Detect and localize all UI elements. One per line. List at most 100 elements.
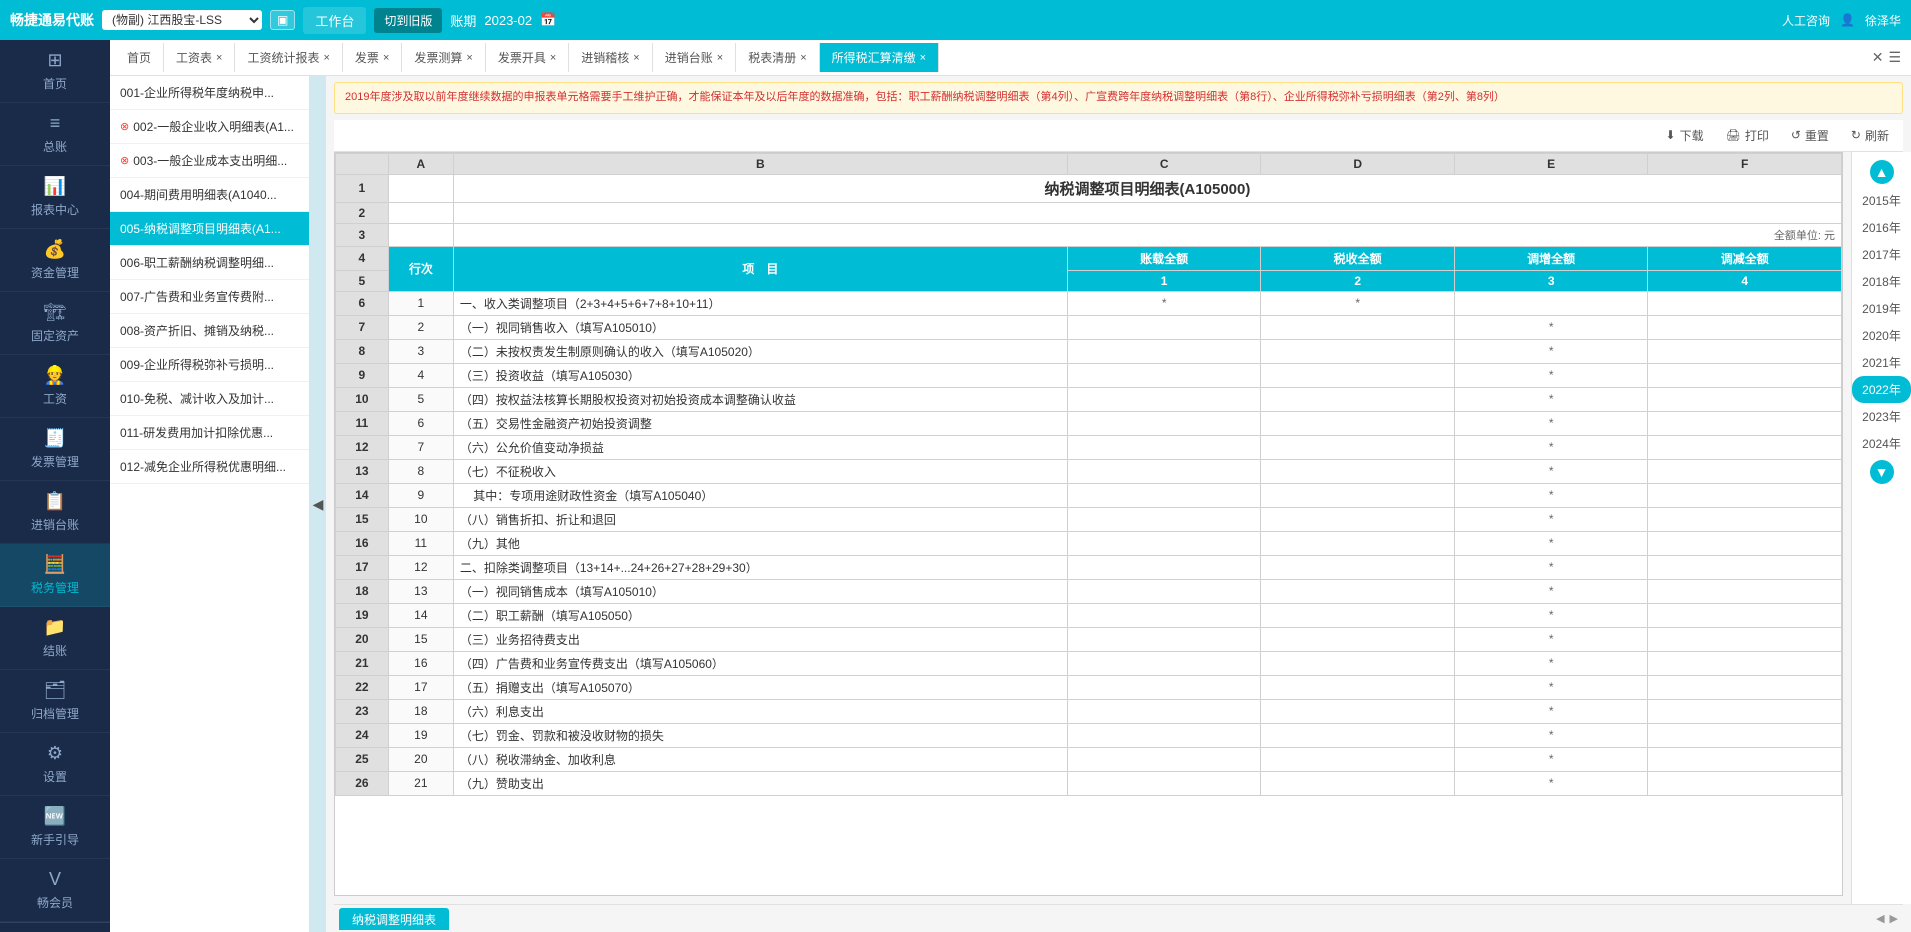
- collapse-left-panel-btn[interactable]: ◀: [310, 76, 326, 932]
- left-item-009[interactable]: 009-企业所得税弥补亏损明...: [110, 348, 309, 382]
- tab-income-tax[interactable]: 所得税汇算清缴 ×: [820, 43, 939, 72]
- tab-close-salary[interactable]: ×: [216, 52, 222, 64]
- archive-icon: 🗂: [44, 680, 67, 701]
- sidebar-item-salary[interactable]: 👷 工资: [0, 355, 110, 418]
- year-2020[interactable]: 2020年: [1852, 322, 1911, 349]
- left-item-005[interactable]: 005-纳税调整项目明细表(A1...: [110, 212, 309, 246]
- tab-close-invoice-calc[interactable]: ×: [466, 52, 472, 64]
- warning-text: 2019年度涉及取以前年度继续数据的申报表单元格需要手工维护正确，才能保证本年及…: [345, 91, 1505, 103]
- tab-invoice-ledger[interactable]: 进销台账 ×: [653, 43, 736, 72]
- tab-close-tax-clear[interactable]: ×: [800, 52, 806, 64]
- print-btn[interactable]: 🖨 打印: [1720, 124, 1775, 147]
- left-item-003[interactable]: ⊗003-一般企业成本支出明细...: [110, 144, 309, 178]
- left-item-004[interactable]: 004-期间费用明细表(A1040...: [110, 178, 309, 212]
- sidebar-label-fixed: 固定资产: [31, 327, 79, 344]
- year-2018[interactable]: 2018年: [1852, 268, 1911, 295]
- sidebar-item-archive[interactable]: 🗂 归档管理: [0, 670, 110, 733]
- table-row: 21 16 （四）广告费和业务宣传费支出（填写A105060） *: [336, 651, 1842, 675]
- tab-close-invoice-ledger[interactable]: ×: [717, 52, 723, 64]
- year-up-btn[interactable]: ▲: [1870, 160, 1894, 184]
- company-icon-btn[interactable]: ▣: [270, 10, 295, 30]
- left-item-012[interactable]: 012-减免企业所得税优惠明细...: [110, 450, 309, 484]
- sidebar-item-settlement[interactable]: 📁 结账: [0, 607, 110, 670]
- spreadsheet-wrapper[interactable]: A B C D E F: [334, 152, 1843, 896]
- year-2024[interactable]: 2024年: [1852, 430, 1911, 457]
- tab-close-invoice-in[interactable]: ×: [633, 52, 639, 64]
- tab-invoice-open[interactable]: 发票开具 ×: [486, 43, 569, 72]
- sidebar-item-ledger[interactable]: ≡ 总账: [0, 103, 110, 166]
- sidebar-item-guide[interactable]: 🆕 新手引导: [0, 796, 110, 859]
- table-row-3: 3 全额单位: 元: [336, 223, 1842, 246]
- tab-close-all-btn[interactable]: ✕: [1872, 49, 1884, 66]
- tab-close-invoice[interactable]: ×: [383, 52, 389, 64]
- year-2023[interactable]: 2023年: [1852, 403, 1911, 430]
- bottom-bar-right: ◀ ▶: [1876, 912, 1898, 925]
- refresh-label: 刷新: [1865, 127, 1889, 144]
- support-btn[interactable]: 人工咨询: [1782, 12, 1830, 29]
- left-item-011[interactable]: 011-研发费用加计扣除优惠...: [110, 416, 309, 450]
- refresh-btn[interactable]: ↻ 刷新: [1845, 124, 1895, 147]
- unpin-btn[interactable]: ◀◀ 取消固定: [0, 922, 110, 932]
- tab-close-invoice-open[interactable]: ×: [550, 52, 556, 64]
- scroll-left-indicator: ◀: [1876, 912, 1884, 925]
- table-row: 9 4 （三）投资收益（填写A105030） *: [336, 363, 1842, 387]
- year-2016[interactable]: 2016年: [1852, 214, 1911, 241]
- sidebar-item-invoice[interactable]: 🧾 发票管理: [0, 418, 110, 481]
- old-version-btn[interactable]: 切到旧版: [374, 8, 442, 33]
- download-btn[interactable]: ⬇ 下载: [1660, 124, 1710, 147]
- main-panel: 2019年度涉及取以前年度继续数据的申报表单元格需要手工维护正确，才能保证本年及…: [326, 76, 1911, 932]
- year-2019[interactable]: 2019年: [1852, 295, 1911, 322]
- tab-salary[interactable]: 工资表 ×: [164, 43, 235, 72]
- sidebar-item-vip[interactable]: V 畅会员: [0, 859, 110, 922]
- tab-tax-clear[interactable]: 税表清册 ×: [736, 43, 819, 72]
- tab-invoice[interactable]: 发票 ×: [343, 43, 402, 72]
- year-2022[interactable]: 2022年: [1852, 376, 1911, 403]
- sidebar-item-settings[interactable]: ⚙ 设置: [0, 733, 110, 796]
- refresh-icon: ↻: [1851, 128, 1861, 142]
- sidebar-item-report[interactable]: 📊 报表中心: [0, 166, 110, 229]
- ledger-icon: ≡: [50, 113, 61, 134]
- tab-home[interactable]: 首页: [115, 43, 164, 72]
- table-row: 7 2 （一）视同销售收入（填写A105010） *: [336, 315, 1842, 339]
- sidebar-item-fixed[interactable]: 🏗 固定资产: [0, 292, 110, 355]
- left-item-001[interactable]: 001-企业所得税年度纳税申...: [110, 76, 309, 110]
- col-num-3: 3: [1454, 270, 1648, 291]
- col-name-tiaozeng: 调增全额: [1454, 246, 1648, 270]
- reset-btn[interactable]: ↺ 重置: [1785, 124, 1835, 147]
- tab-invoice-in[interactable]: 进销稽核 ×: [569, 43, 652, 72]
- table-row-title: 1 纳税调整项目明细表(A105000): [336, 174, 1842, 202]
- warn-icon-003: ⊗: [120, 154, 129, 167]
- left-item-007[interactable]: 007-广告费和业务宣传费附...: [110, 280, 309, 314]
- sidebar-item-ledger2[interactable]: 📋 进销台账: [0, 481, 110, 544]
- table-row: 8 3 （二）未按权责发生制原则确认的收入（填写A105020） *: [336, 339, 1842, 363]
- tab-close-income-tax[interactable]: ×: [920, 52, 926, 64]
- tab-close-salary-report[interactable]: ×: [323, 52, 329, 64]
- col-name-xiangmu: 项 目: [453, 246, 1067, 291]
- year-2015[interactable]: 2015年: [1852, 187, 1911, 214]
- row-num-5: 5: [336, 270, 389, 291]
- left-item-006[interactable]: 006-职工薪酬纳税调整明细...: [110, 246, 309, 280]
- sidebar-item-home[interactable]: ⊞ 首页: [0, 40, 110, 103]
- left-item-008[interactable]: 008-资产折旧、摊销及纳税...: [110, 314, 309, 348]
- sidebar-item-tax[interactable]: 🧮 税务管理: [0, 544, 110, 607]
- scroll-right-indicator: ▶: [1890, 912, 1898, 925]
- year-2021[interactable]: 2021年: [1852, 349, 1911, 376]
- tab-salary-report[interactable]: 工资统计报表 ×: [235, 43, 342, 72]
- workbench-btn[interactable]: 工作台: [303, 7, 366, 34]
- main-layout: ⊞ 首页 ≡ 总账 📊 报表中心 💰 资金管理 🏗 固定资产 👷 工资 🧾 发票…: [0, 40, 1911, 932]
- left-item-010[interactable]: 010-免税、减计收入及加计...: [110, 382, 309, 416]
- table-row: 11 6 （五）交易性金融资产初始投资调整 *: [336, 411, 1842, 435]
- bottom-tab-label: 纳税调整明细表: [352, 913, 436, 927]
- left-item-002[interactable]: ⊗002-一般企业收入明细表(A1...: [110, 110, 309, 144]
- vip-icon: V: [49, 869, 61, 890]
- year-2017[interactable]: 2017年: [1852, 241, 1911, 268]
- col-num-4: 4: [1648, 270, 1842, 291]
- tab-menu-btn[interactable]: ☰: [1888, 49, 1901, 66]
- tab-invoice-calc[interactable]: 发票测算 ×: [402, 43, 485, 72]
- company-select[interactable]: (物副) 江西股宝-LSS: [102, 10, 262, 30]
- table-row: 14 9 其中：专项用途财政性资金（填写A105040） *: [336, 483, 1842, 507]
- bottom-tab-tax-adjust[interactable]: 纳税调整明细表: [339, 908, 449, 930]
- year-down-btn[interactable]: ▼: [1870, 460, 1894, 484]
- sidebar-item-asset[interactable]: 💰 资金管理: [0, 229, 110, 292]
- table-row: 26 21 （九）赞助支出 *: [336, 771, 1842, 795]
